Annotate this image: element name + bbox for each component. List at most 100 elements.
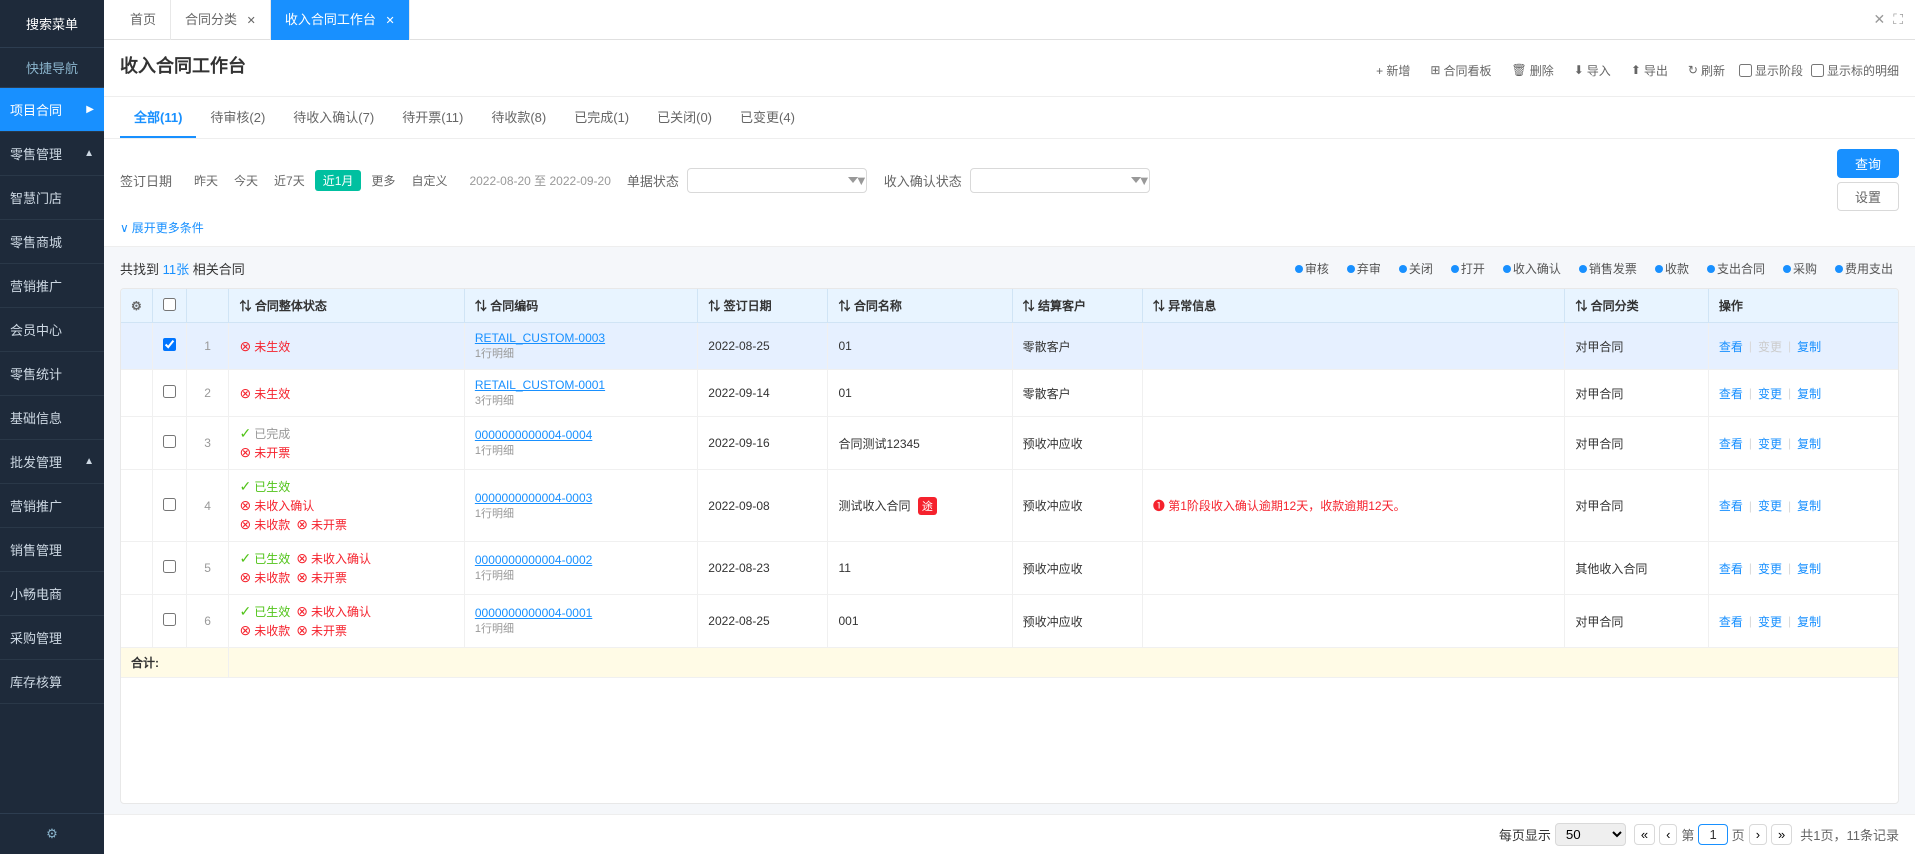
page-size-select[interactable]: 50 10 20 100 [1555, 823, 1626, 846]
tab-contract-category[interactable]: 合同分类 ✕ [171, 0, 271, 40]
income-confirm-select[interactable] [970, 168, 1150, 193]
sidebar-settings[interactable]: ⚙ [0, 813, 104, 854]
first-page-button[interactable]: « [1634, 824, 1655, 845]
expense-out-button[interactable]: 费用支出 [1829, 257, 1899, 280]
tab-home[interactable]: 首页 [116, 0, 171, 40]
copy-button[interactable]: 复制 [1797, 497, 1821, 514]
export-button[interactable]: ⬆ 导出 [1625, 59, 1674, 82]
close-icon[interactable]: ✕ [386, 15, 395, 27]
row-checkbox[interactable] [163, 385, 176, 398]
purchase-button[interactable]: 采购 [1777, 257, 1823, 280]
income-confirm-button[interactable]: 收入确认 [1497, 257, 1567, 280]
sidebar-item-project[interactable]: 项目合同 ▶ [0, 88, 104, 132]
expand-conditions-button[interactable]: ∨ 展开更多条件 [120, 219, 1899, 236]
sales-invoice-button[interactable]: 销售发票 [1573, 257, 1643, 280]
sidebar-item-smart-store[interactable]: 智慧门店 [0, 176, 104, 220]
sort-icon[interactable]: ⇅ [475, 299, 487, 313]
audit-button[interactable]: 审核 [1289, 257, 1335, 280]
sidebar-item-inventory[interactable]: 库存核算 [0, 660, 104, 704]
close-icon[interactable]: ✕ [247, 15, 256, 27]
filter-tab-closed[interactable]: 已关闭(0) [643, 97, 726, 138]
contract-code-link[interactable]: 0000000000004-0004 [475, 428, 592, 442]
sort-icon[interactable]: ⇅ [1023, 299, 1035, 313]
sidebar-item-xiaochang[interactable]: 小畅电商 [0, 572, 104, 616]
add-button[interactable]: + 新增 [1370, 59, 1416, 82]
sort-icon[interactable]: ⇅ [239, 299, 251, 313]
filter-tab-changed[interactable]: 已变更(4) [726, 97, 809, 138]
sidebar-item-retail-stats[interactable]: 零售统计 [0, 352, 104, 396]
sidebar-item-member[interactable]: 会员中心 [0, 308, 104, 352]
import-button[interactable]: ⬇ 导入 [1568, 59, 1617, 82]
contract-code-link[interactable]: 0000000000004-0003 [475, 491, 592, 505]
select-all-checkbox[interactable] [163, 298, 176, 311]
sidebar-search[interactable]: 搜索菜单 [0, 0, 104, 48]
tab-income-workbench[interactable]: 收入合同工作台 ✕ [271, 0, 410, 40]
copy-button[interactable]: 复制 [1797, 338, 1821, 355]
show-detail-checkbox-label[interactable]: 显示标的明细 [1811, 62, 1899, 79]
open-button[interactable]: 打开 [1445, 257, 1491, 280]
show-fields-checkbox-label[interactable]: 显示阶段 [1739, 62, 1803, 79]
contract-code-link[interactable]: 0000000000004-0002 [475, 553, 592, 567]
show-detail-checkbox[interactable] [1811, 64, 1824, 77]
kanban-button[interactable]: ⊞ 合同看板 [1424, 59, 1497, 82]
row-checkbox[interactable] [163, 338, 176, 351]
date-opt-more[interactable]: 更多 [365, 170, 401, 191]
change-button[interactable]: 变更 [1758, 338, 1782, 355]
copy-button[interactable]: 复制 [1797, 560, 1821, 577]
filter-tab-pending-invoice[interactable]: 待开票(11) [388, 97, 477, 138]
date-opt-last7[interactable]: 近7天 [268, 170, 311, 191]
next-page-button[interactable]: › [1749, 824, 1767, 845]
copy-button[interactable]: 复制 [1797, 435, 1821, 452]
change-button[interactable]: 变更 [1758, 497, 1782, 514]
row-checkbox[interactable] [163, 435, 176, 448]
sidebar-item-marketing2[interactable]: 营销推广 [0, 484, 104, 528]
abandon-button[interactable]: 弃审 [1341, 257, 1387, 280]
out-contract-button[interactable]: 支出合同 [1701, 257, 1771, 280]
change-button[interactable]: 变更 [1758, 560, 1782, 577]
change-button[interactable]: 变更 [1758, 613, 1782, 630]
sort-icon[interactable]: ⇅ [708, 299, 720, 313]
filter-tab-pending-review[interactable]: 待审核(2) [196, 97, 279, 138]
filter-tab-completed[interactable]: 已完成(1) [560, 97, 643, 138]
close-button[interactable]: 关闭 [1393, 257, 1439, 280]
contract-code-link[interactable]: RETAIL_CUSTOM-0003 [475, 331, 605, 345]
sidebar-item-sales-mgmt[interactable]: 销售管理 [0, 528, 104, 572]
sidebar-item-base-info[interactable]: 基础信息 [0, 396, 104, 440]
doc-status-select[interactable] [687, 168, 867, 193]
copy-button[interactable]: 复制 [1797, 613, 1821, 630]
sidebar-quick-nav[interactable]: 快捷导航 [0, 48, 104, 88]
view-button[interactable]: 查看 [1719, 435, 1743, 452]
view-button[interactable]: 查看 [1719, 338, 1743, 355]
date-opt-custom[interactable]: 自定义 [405, 170, 453, 191]
prev-page-button[interactable]: ‹ [1659, 824, 1677, 845]
view-button[interactable]: 查看 [1719, 497, 1743, 514]
view-button[interactable]: 查看 [1719, 613, 1743, 630]
show-fields-checkbox[interactable] [1739, 64, 1752, 77]
last-page-button[interactable]: » [1771, 824, 1792, 845]
sidebar-item-wholesale[interactable]: 批发管理 ▲ [0, 440, 104, 484]
contract-code-link[interactable]: 0000000000004-0001 [475, 606, 592, 620]
sort-icon[interactable]: ⇅ [1575, 299, 1587, 313]
close-window-icon[interactable]: ✕ [1873, 11, 1885, 28]
date-opt-today[interactable]: 今天 [228, 170, 264, 191]
row-checkbox[interactable] [163, 560, 176, 573]
row-checkbox[interactable] [163, 498, 176, 511]
filter-tab-pending-receipt[interactable]: 待收款(8) [477, 97, 560, 138]
date-opt-last1month[interactable]: 近1月 [315, 170, 362, 191]
receipt-button[interactable]: 收款 [1649, 257, 1695, 280]
filter-tab-all[interactable]: 全部(11) [120, 97, 196, 138]
sort-icon[interactable]: ⇅ [1153, 299, 1165, 313]
maximize-icon[interactable]: ⛶ [1893, 11, 1903, 28]
row-checkbox[interactable] [163, 613, 176, 626]
sidebar-item-retail-shop[interactable]: 零售商城 [0, 220, 104, 264]
sidebar-item-retail-mgmt[interactable]: 零售管理 ▲ [0, 132, 104, 176]
query-button[interactable]: 查询 [1837, 149, 1899, 178]
refresh-button[interactable]: ↻ 刷新 [1682, 59, 1731, 82]
change-button[interactable]: 变更 [1758, 385, 1782, 402]
view-button[interactable]: 查看 [1719, 385, 1743, 402]
date-opt-yesterday[interactable]: 昨天 [188, 170, 224, 191]
contract-code-link[interactable]: RETAIL_CUSTOM-0001 [475, 378, 605, 392]
copy-button[interactable]: 复制 [1797, 385, 1821, 402]
delete-button[interactable]: 🗑 删除 [1505, 59, 1559, 82]
change-button[interactable]: 变更 [1758, 435, 1782, 452]
